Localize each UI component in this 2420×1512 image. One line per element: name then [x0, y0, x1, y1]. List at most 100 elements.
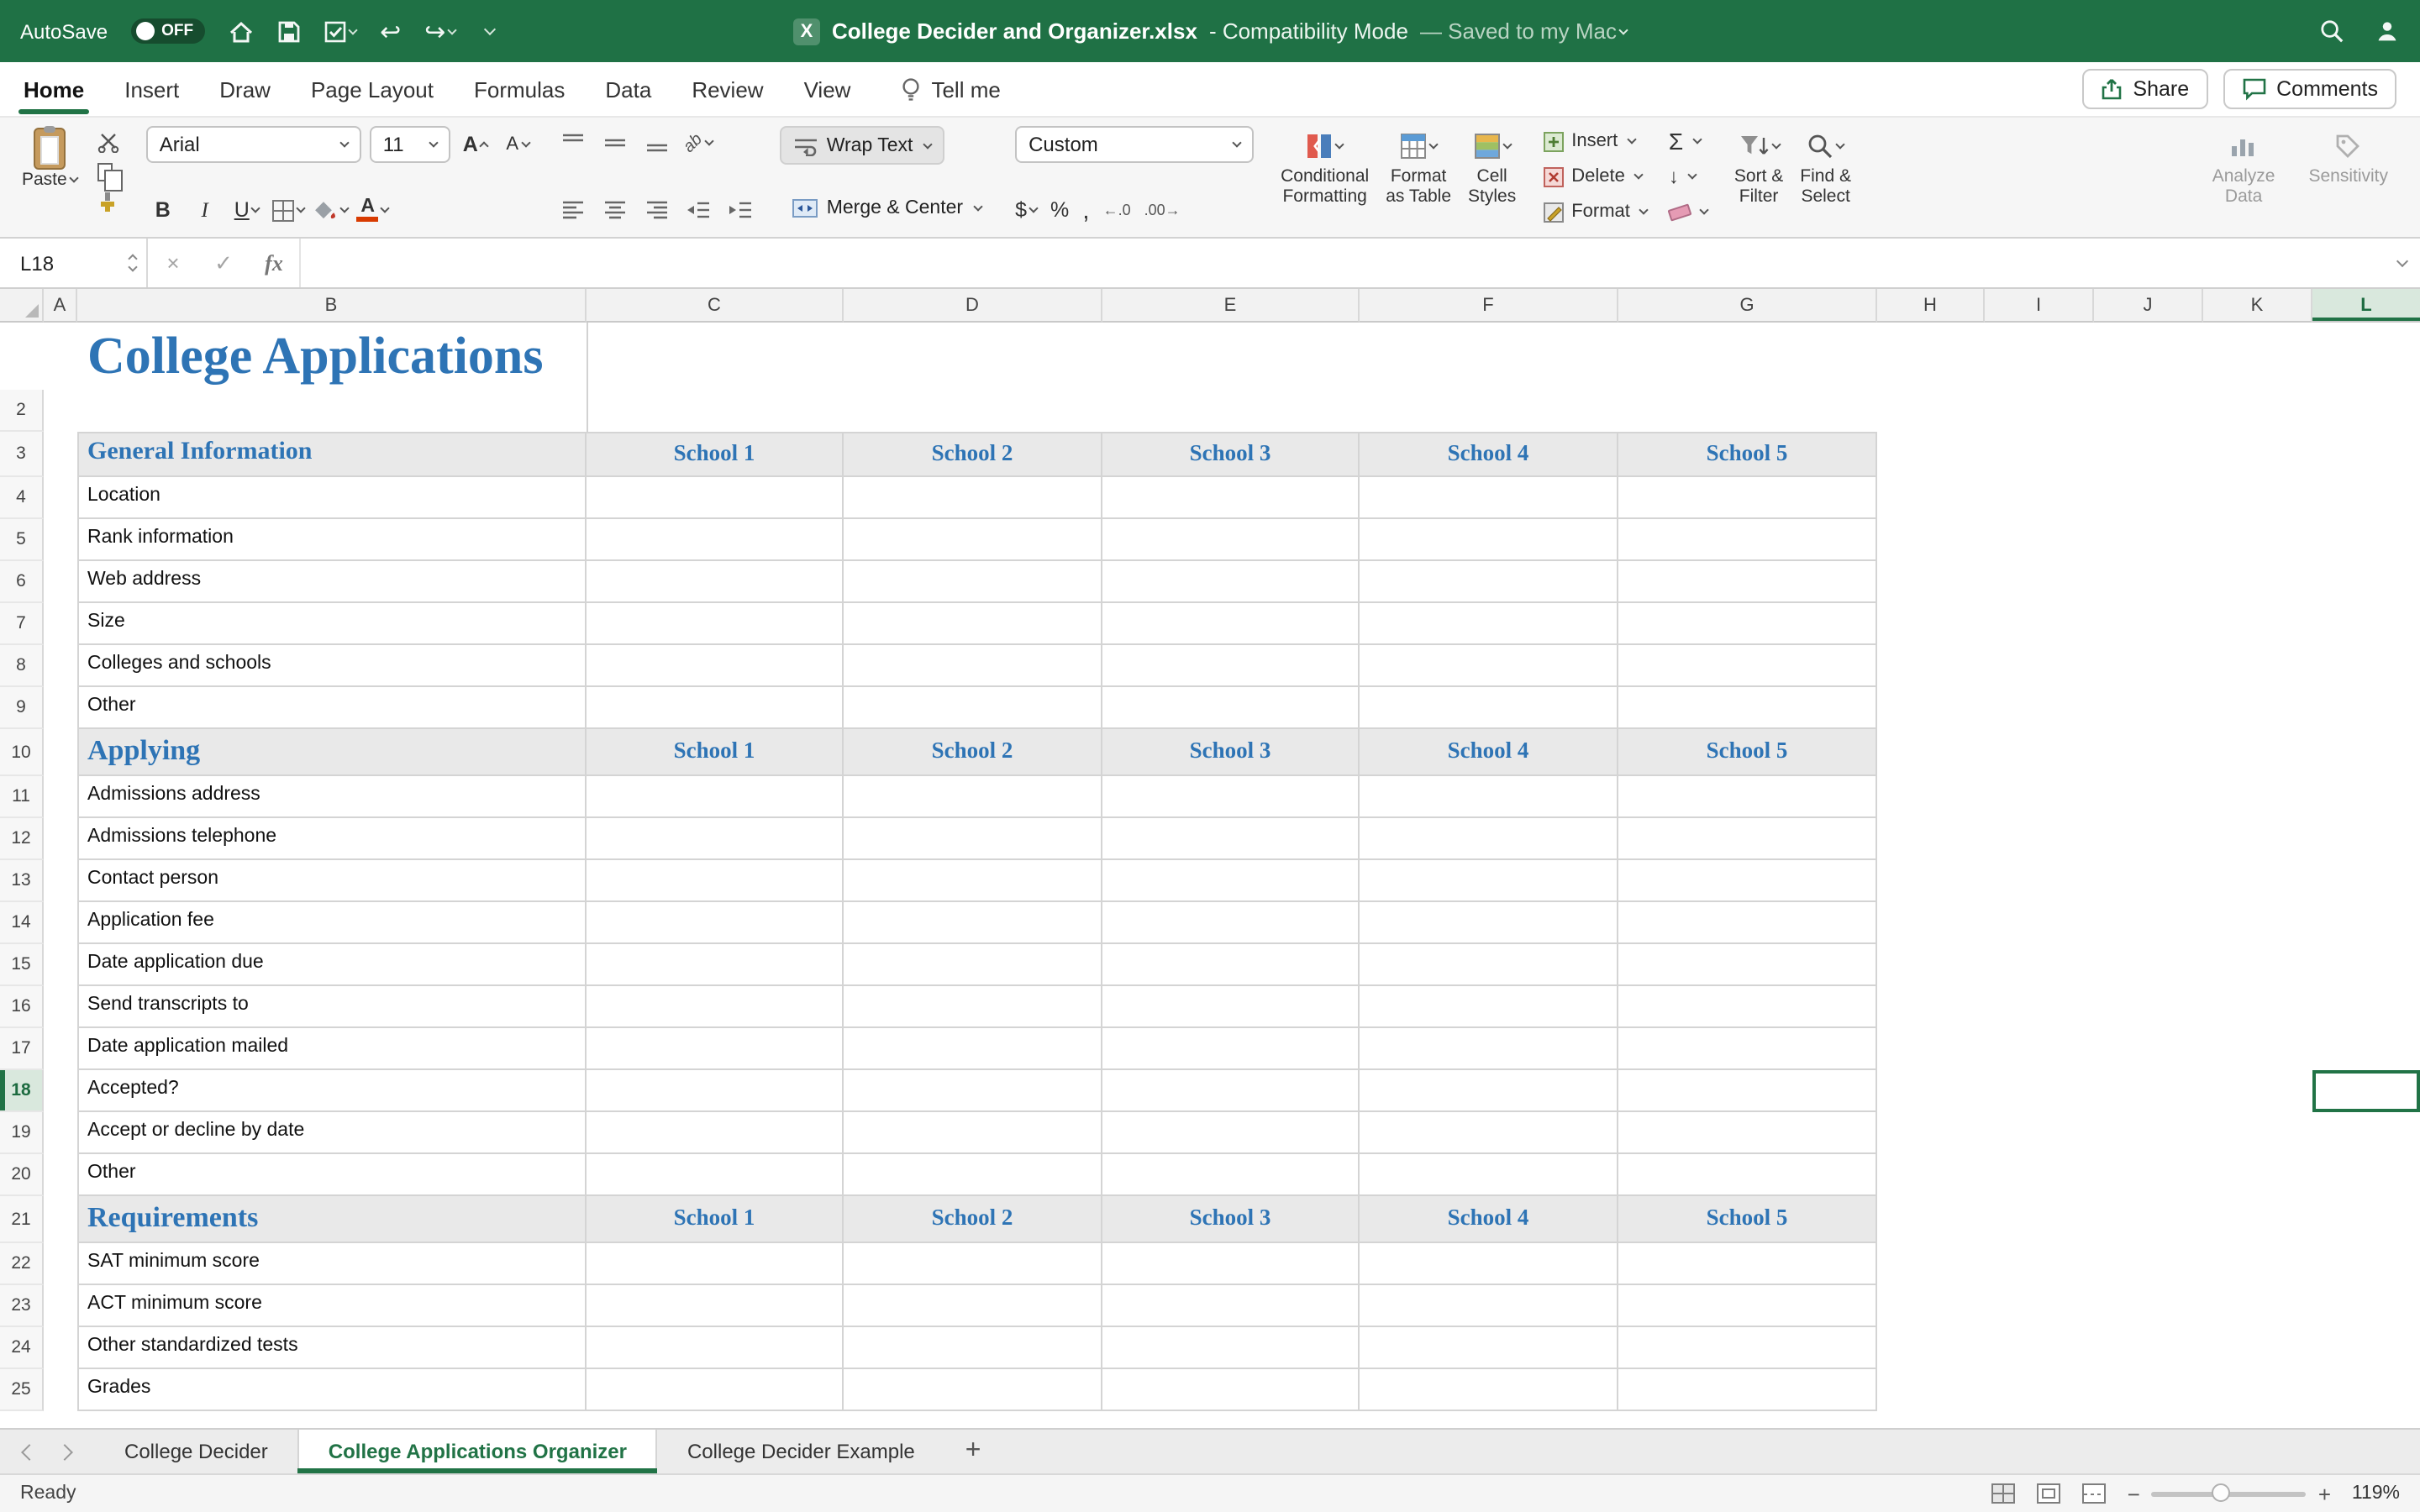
- data-cell-G8[interactable]: [1618, 645, 1877, 687]
- bold-button[interactable]: B: [146, 193, 180, 227]
- fill-color-button[interactable]: [314, 193, 350, 227]
- data-cell-D19[interactable]: [844, 1112, 1102, 1154]
- data-cell-C22[interactable]: [587, 1243, 844, 1285]
- enter-icon[interactable]: ✓: [198, 249, 249, 276]
- data-cell-E22[interactable]: [1102, 1243, 1360, 1285]
- autosave-toggle[interactable]: OFF: [131, 18, 206, 44]
- data-cell-C15[interactable]: [587, 944, 844, 986]
- select-all-button[interactable]: [0, 289, 44, 323]
- school-header-school-2-r3[interactable]: School 2: [844, 432, 1102, 477]
- tab-page-layout[interactable]: Page Layout: [311, 62, 434, 116]
- sensitivity-button[interactable]: Sensitivity: [2303, 126, 2393, 227]
- data-cell-D17[interactable]: [844, 1028, 1102, 1070]
- school-header-school-5-r10[interactable]: School 5: [1618, 729, 1877, 776]
- data-cell-E13[interactable]: [1102, 860, 1360, 902]
- data-cell-C9[interactable]: [587, 687, 844, 729]
- tab-draw[interactable]: Draw: [219, 62, 271, 116]
- clear-button[interactable]: [1667, 197, 1709, 227]
- page-layout-view-button[interactable]: [2036, 1483, 2060, 1504]
- data-cell-C12[interactable]: [587, 818, 844, 860]
- data-cell-G15[interactable]: [1618, 944, 1877, 986]
- comma-style-button[interactable]: ,: [1082, 193, 1089, 227]
- share-button[interactable]: Share: [2082, 69, 2208, 109]
- data-cell-E24[interactable]: [1102, 1327, 1360, 1369]
- data-cell-F7[interactable]: [1360, 603, 1618, 645]
- merge-center-button[interactable]: Merge & Center: [780, 188, 993, 227]
- column-header-K[interactable]: K: [2203, 289, 2312, 323]
- column-header-A[interactable]: A: [44, 289, 77, 323]
- row-label-accept-or-decline-by-date[interactable]: Accept or decline by date: [77, 1112, 587, 1154]
- currency-button[interactable]: $: [1015, 193, 1039, 227]
- autosum-button[interactable]: Σ: [1669, 126, 1707, 156]
- row-header-17[interactable]: 17: [0, 1028, 44, 1070]
- cell-styles-button[interactable]: Cell Styles: [1463, 126, 1521, 227]
- insert-function-icon[interactable]: fx: [249, 249, 299, 276]
- data-cell-C18[interactable]: [587, 1070, 844, 1112]
- row-label-application-fee[interactable]: Application fee: [77, 902, 587, 944]
- school-header-school-4-r10[interactable]: School 4: [1360, 729, 1618, 776]
- add-sheet-button[interactable]: +: [945, 1430, 1002, 1473]
- saved-status[interactable]: — Saved to my Mac: [1420, 18, 1628, 44]
- row-header-5[interactable]: 5: [0, 519, 44, 561]
- search-icon[interactable]: [2319, 18, 2344, 44]
- data-cell-G18[interactable]: [1618, 1070, 1877, 1112]
- data-cell-E15[interactable]: [1102, 944, 1360, 986]
- data-cell-E4[interactable]: [1102, 477, 1360, 519]
- wrap-text-button[interactable]: Wrap Text: [779, 126, 945, 165]
- school-header-school-3-r3[interactable]: School 3: [1102, 432, 1360, 477]
- align-top-button[interactable]: [556, 126, 590, 160]
- data-cell-F12[interactable]: [1360, 818, 1618, 860]
- data-cell-D16[interactable]: [844, 986, 1102, 1028]
- row-header-25[interactable]: 25: [0, 1369, 44, 1411]
- cancel-icon[interactable]: ×: [148, 250, 198, 276]
- column-header-F[interactable]: F: [1360, 289, 1618, 323]
- row-header-12[interactable]: 12: [0, 818, 44, 860]
- data-cell-E25[interactable]: [1102, 1369, 1360, 1411]
- data-cell-E12[interactable]: [1102, 818, 1360, 860]
- data-cell-C4[interactable]: [587, 477, 844, 519]
- format-cells-button[interactable]: Format: [1543, 197, 1649, 227]
- row-label-location[interactable]: Location: [77, 477, 587, 519]
- row-header-20[interactable]: 20: [0, 1154, 44, 1196]
- data-cell-G19[interactable]: [1618, 1112, 1877, 1154]
- data-cell-F24[interactable]: [1360, 1327, 1618, 1369]
- data-cell-G14[interactable]: [1618, 902, 1877, 944]
- row-header-11[interactable]: 11: [0, 776, 44, 818]
- school-header-school-5-r3[interactable]: School 5: [1618, 432, 1877, 477]
- data-cell-E16[interactable]: [1102, 986, 1360, 1028]
- section-header-applying[interactable]: Applying: [77, 729, 587, 776]
- zoom-out-button[interactable]: −: [2128, 1481, 2140, 1506]
- data-cell-E6[interactable]: [1102, 561, 1360, 603]
- data-cell-C17[interactable]: [587, 1028, 844, 1070]
- row-label-sat-minimum-score[interactable]: SAT minimum score: [77, 1243, 587, 1285]
- row-header-9[interactable]: 9: [0, 687, 44, 729]
- page-break-view-button[interactable]: [2081, 1483, 2106, 1504]
- decrease-decimal-button[interactable]: .00→: [1144, 202, 1181, 218]
- school-header-school-5-r21[interactable]: School 5: [1618, 1196, 1877, 1243]
- row-header-3[interactable]: 3: [0, 432, 44, 477]
- orientation-button[interactable]: ab: [681, 126, 716, 160]
- row-header-19[interactable]: 19: [0, 1112, 44, 1154]
- row-label-admissions-telephone[interactable]: Admissions telephone: [77, 818, 587, 860]
- tab-insert[interactable]: Insert: [124, 62, 179, 116]
- data-cell-E7[interactable]: [1102, 603, 1360, 645]
- row-label-contact-person[interactable]: Contact person: [77, 860, 587, 902]
- data-cell-F19[interactable]: [1360, 1112, 1618, 1154]
- formula-input[interactable]: [299, 239, 2376, 287]
- data-cell-D5[interactable]: [844, 519, 1102, 561]
- sheet-nav-next-icon[interactable]: [56, 1443, 73, 1460]
- data-cell-C7[interactable]: [587, 603, 844, 645]
- data-cell-F14[interactable]: [1360, 902, 1618, 944]
- row-label-rank-information[interactable]: Rank information: [77, 519, 587, 561]
- data-cell-C24[interactable]: [587, 1327, 844, 1369]
- row-header-10[interactable]: 10: [0, 729, 44, 776]
- school-header-school-3-r21[interactable]: School 3: [1102, 1196, 1360, 1243]
- sheet-tab-college-applications-organizer[interactable]: College Applications Organizer: [297, 1430, 657, 1473]
- data-cell-D13[interactable]: [844, 860, 1102, 902]
- row-label-size[interactable]: Size: [77, 603, 587, 645]
- column-header-E[interactable]: E: [1102, 289, 1360, 323]
- school-header-school-2-r21[interactable]: School 2: [844, 1196, 1102, 1243]
- data-cell-D11[interactable]: [844, 776, 1102, 818]
- save-icon[interactable]: [277, 19, 301, 43]
- row-header-24[interactable]: 24: [0, 1327, 44, 1369]
